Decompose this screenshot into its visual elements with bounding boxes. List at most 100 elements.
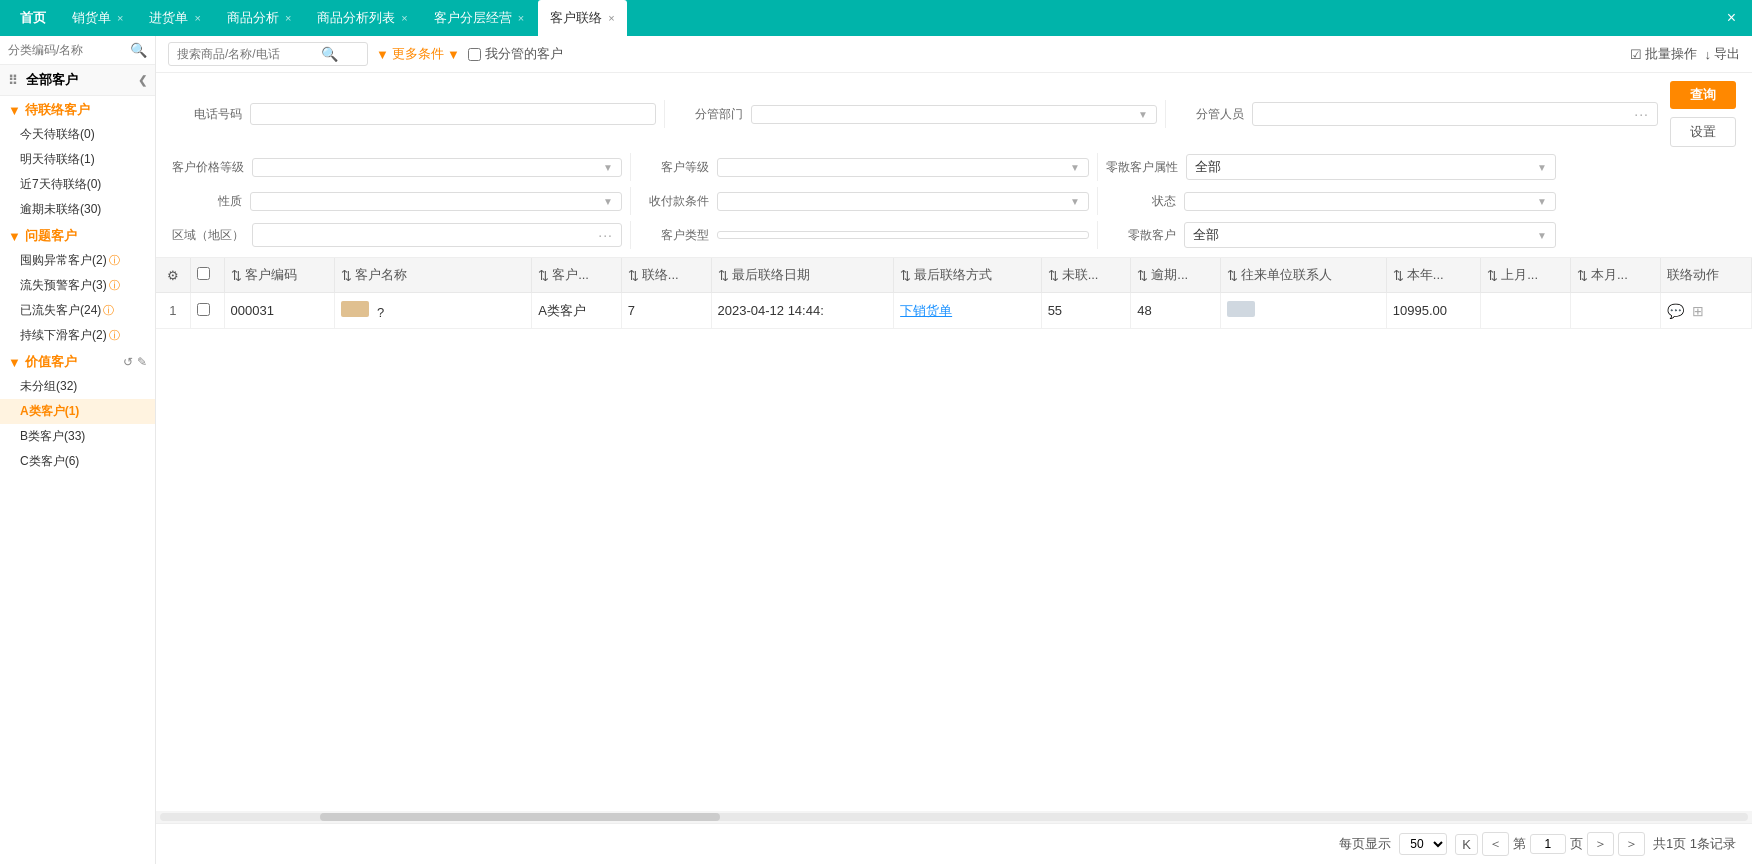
sidebar-item-hoarding[interactable]: 囤购异常客户(2) ⓘ xyxy=(0,248,155,273)
person-col-header[interactable]: ⇅往来单位联系人 xyxy=(1221,258,1387,293)
region-field: 区域（地区） ··· xyxy=(172,223,622,247)
row-last-method-cell[interactable]: 下销货单 xyxy=(894,293,1042,329)
payment-select[interactable]: ▼ xyxy=(717,192,1089,211)
scroll-thumb[interactable] xyxy=(320,813,720,821)
last-date-col-header[interactable]: ⇅最后联络日期 xyxy=(711,258,894,293)
sidebar-item-declining[interactable]: 持续下滑客户(2) ⓘ xyxy=(0,323,155,348)
price-grade-select[interactable]: ▼ xyxy=(252,158,622,177)
sidebar-search-input[interactable] xyxy=(8,43,126,57)
last-month-col-header[interactable]: ⇅上月... xyxy=(1481,258,1571,293)
nav-goods-analysis[interactable]: 商品分析 × xyxy=(215,0,303,36)
code-col-header[interactable]: ⇅客户编码 xyxy=(224,258,335,293)
problem-customers-group[interactable]: ▼ 问题客户 xyxy=(0,222,155,248)
collapse-icon: ❮ xyxy=(138,74,147,87)
sidebar-item-c-class[interactable]: C类客户(6) xyxy=(0,449,155,474)
row-last-month-cell xyxy=(1481,293,1571,329)
this-month-col-header[interactable]: ⇅本月... xyxy=(1570,258,1660,293)
sidebar-item-today[interactable]: 今天待联络(0) xyxy=(0,122,155,147)
next-page-btn[interactable]: ＞ xyxy=(1587,832,1614,856)
nav-goods-list[interactable]: 商品分析列表 × xyxy=(305,0,419,36)
page-size-select[interactable]: 50 xyxy=(1399,833,1447,855)
batch-operation-btn[interactable]: ☑ 批量操作 xyxy=(1630,45,1697,63)
sidebar-item-overdue[interactable]: 逾期未联络(30) xyxy=(0,197,155,222)
payment-arrow-icon: ▼ xyxy=(1070,196,1080,207)
all-customers-header[interactable]: ⠿ 全部客户 ❮ xyxy=(0,65,155,96)
prev-page-btn[interactable]: ＜ xyxy=(1482,832,1509,856)
sort-icon4: ⇅ xyxy=(628,268,639,283)
select-all-checkbox[interactable] xyxy=(197,267,210,280)
first-page-btn[interactable]: K xyxy=(1455,834,1478,855)
last-method-col-header[interactable]: ⇅最后联络方式 xyxy=(894,258,1042,293)
region-select[interactable]: ··· xyxy=(252,223,622,247)
row-this-month-cell xyxy=(1570,293,1660,329)
edit-icon[interactable]: ✎ xyxy=(137,355,147,369)
close-goods-list-tab[interactable]: × xyxy=(401,12,407,24)
more-filters-btn[interactable]: ▼ 更多条件 ▼ xyxy=(376,45,460,63)
row-type-cell: A类客户 xyxy=(532,293,622,329)
dept-select[interactable]: ▼ xyxy=(751,105,1157,124)
customer-type-select[interactable] xyxy=(717,231,1089,239)
status-select[interactable]: ▼ xyxy=(1184,192,1556,211)
this-year-col-header[interactable]: ⇅本年... xyxy=(1386,258,1480,293)
search-input[interactable] xyxy=(177,47,317,61)
sidebar-item-churn-warning[interactable]: 流失预警客户(3) ⓘ xyxy=(0,273,155,298)
sort-icon3: ⇅ xyxy=(538,268,549,283)
export-btn[interactable]: ↓ 导出 xyxy=(1705,45,1741,63)
nature-select[interactable]: ▼ xyxy=(250,192,622,211)
sidebar-item-7days[interactable]: 近7天待联络(0) xyxy=(0,172,155,197)
name-col-header[interactable]: ⇅客户名称 xyxy=(335,258,532,293)
phone-input[interactable] xyxy=(250,103,656,125)
close-customer-contact-tab[interactable]: × xyxy=(608,12,614,24)
sidebar-item-churned[interactable]: 已流失客户(24) ⓘ xyxy=(0,298,155,323)
close-goods-analysis-tab[interactable]: × xyxy=(285,12,291,24)
sidebar-item-tomorrow[interactable]: 明天待联络(1) xyxy=(0,147,155,172)
last-page-btn[interactable]: ＞ xyxy=(1618,832,1645,856)
row-checkbox[interactable] xyxy=(197,303,210,316)
query-button[interactable]: 查询 xyxy=(1670,81,1736,109)
table-row: 1 000031 ? A类客户 7 2023-04-12 14:44: xyxy=(156,293,1752,329)
pending-contact-group[interactable]: ▼ 待联络客户 xyxy=(0,96,155,122)
contact-col-header[interactable]: ⇅联络... xyxy=(621,258,711,293)
horizontal-scrollbar[interactable] xyxy=(156,811,1752,823)
search-icon[interactable]: 🔍 xyxy=(321,46,338,62)
uncontacted-col-header[interactable]: ⇅未联... xyxy=(1041,258,1131,293)
nav-purchase[interactable]: 进货单 × xyxy=(137,0,212,36)
status-arrow-icon: ▼ xyxy=(1537,196,1547,207)
nav-sales[interactable]: 销货单 × xyxy=(60,0,135,36)
sort-icon: ⇅ xyxy=(231,268,242,283)
close-purchase-tab[interactable]: × xyxy=(194,12,200,24)
refresh-icon[interactable]: ↺ xyxy=(123,355,133,369)
type-col-header[interactable]: ⇅客户... xyxy=(532,258,622,293)
checkbox-col-header[interactable] xyxy=(190,258,224,293)
nav-home[interactable]: 首页 xyxy=(8,0,58,36)
nav-customer-layer[interactable]: 客户分层经营 × xyxy=(422,0,536,36)
filter-icon: ▼ xyxy=(376,47,389,62)
close-customer-layer-tab[interactable]: × xyxy=(518,12,524,24)
global-close-button[interactable]: × xyxy=(1719,9,1744,27)
value-customers-group[interactable]: ▼ 价值客户 ↺ ✎ xyxy=(0,348,155,374)
row-uncontacted-cell: 55 xyxy=(1041,293,1131,329)
page-number-input[interactable] xyxy=(1530,834,1566,854)
sidebar-item-ungrouped[interactable]: 未分组(32) xyxy=(0,374,155,399)
setting-button[interactable]: 设置 xyxy=(1670,117,1736,147)
chat-action-icon[interactable]: 💬 xyxy=(1667,303,1684,319)
my-customers-checkbox[interactable]: 我分管的客户 xyxy=(468,45,563,63)
sidebar-item-b-class[interactable]: B类客户(33) xyxy=(0,424,155,449)
scatter-arrow-icon: ▼ xyxy=(1537,162,1547,173)
customer-grade-select[interactable]: ▼ xyxy=(717,158,1089,177)
close-sales-tab[interactable]: × xyxy=(117,12,123,24)
scatter-attr-select[interactable]: 全部 ▼ xyxy=(1186,154,1556,180)
retail-select[interactable]: 全部 ▼ xyxy=(1184,222,1556,248)
scroll-track[interactable] xyxy=(160,813,1748,821)
row-checkbox-cell[interactable] xyxy=(190,293,224,329)
gear-col-header[interactable]: ⚙ xyxy=(156,258,190,293)
arrow-down-icon2: ▼ xyxy=(8,229,21,244)
sidebar-item-a-class[interactable]: A类客户(1) xyxy=(0,399,155,424)
manager-select[interactable]: ··· xyxy=(1252,102,1658,126)
nav-customer-contact[interactable]: 客户联络 × xyxy=(538,0,626,36)
my-customers-check[interactable] xyxy=(468,48,481,61)
grid-action-icon[interactable]: ⊞ xyxy=(1692,303,1704,319)
sidebar-search-icon[interactable]: 🔍 xyxy=(130,42,147,58)
overdue-col-header[interactable]: ⇅逾期... xyxy=(1131,258,1221,293)
main-layout: 🔍 ⠿ 全部客户 ❮ ▼ 待联络客户 今天待联络(0) 明天待联络(1) 近7天… xyxy=(0,36,1752,864)
